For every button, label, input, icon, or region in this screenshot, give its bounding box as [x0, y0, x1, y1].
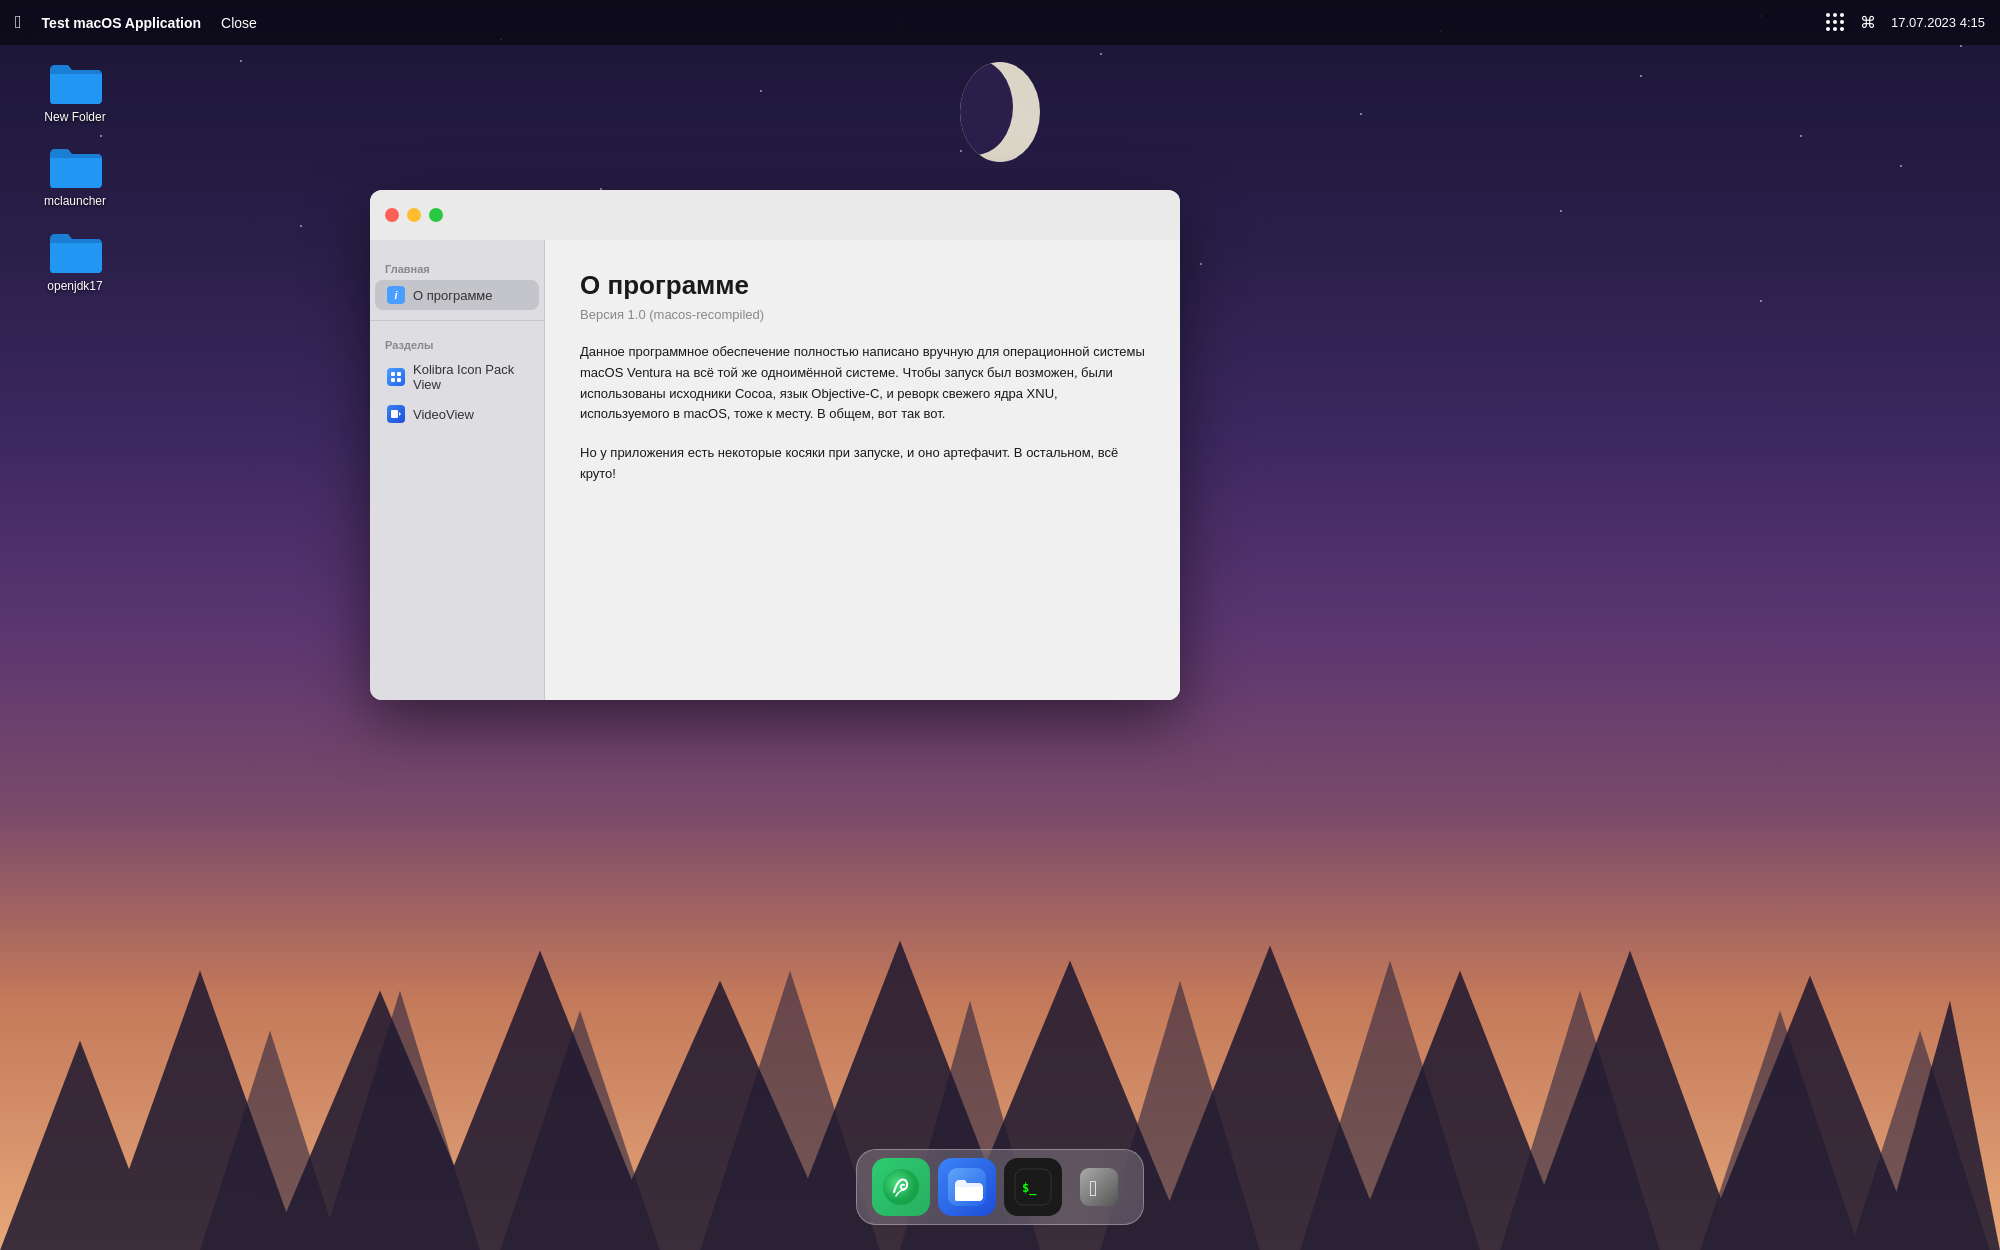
- svg-point-0: [960, 62, 1040, 162]
- svg-marker-15: [270, 990, 490, 1250]
- content-subtitle: Версия 1.0 (macos-recompiled): [580, 307, 1145, 322]
- svg-marker-17: [600, 980, 840, 1250]
- svg-marker-21: [1350, 970, 1570, 1250]
- desktop-icon-label-new-folder: New Folder: [44, 110, 105, 124]
- desktop-icon-label-mclauncher: mclauncher: [44, 194, 106, 208]
- dock: $_ : [856, 1149, 1144, 1225]
- window-body: Главная i О программе Разделы: [370, 240, 1180, 700]
- svg-rect-29: [391, 410, 398, 418]
- menubar-app-name: Test macOS Application: [42, 15, 201, 31]
- svg-text:$_: $_: [1022, 1181, 1037, 1196]
- svg-marker-9: [1300, 960, 1480, 1250]
- kolibra-icon: [387, 368, 405, 386]
- window-minimize-button[interactable]: [407, 208, 421, 222]
- desktop:  Test macOS Application Close ⌘ 17.07.2…: [0, 0, 2000, 1250]
- svg-marker-6: [700, 970, 880, 1250]
- sidebar-item-about-label: О программе: [413, 288, 493, 303]
- sidebar-item-kolibra-label: Kolibra Icon Pack View: [413, 362, 527, 392]
- desktop-icon-openjdk17[interactable]: openjdk17: [30, 229, 120, 293]
- folder-icon-mclauncher-svg: [48, 144, 103, 189]
- content-title: О программе: [580, 270, 1145, 301]
- dock-item-terminal[interactable]: $_: [1004, 1158, 1062, 1216]
- svg-point-2: [955, 59, 1013, 155]
- sidebar: Главная i О программе Разделы: [370, 240, 545, 700]
- svg-rect-27: [391, 378, 395, 382]
- menubar:  Test macOS Application Close ⌘ 17.07.2…: [0, 0, 2000, 45]
- svg-marker-4: [320, 990, 480, 1250]
- sidebar-main-section-label: Главная: [370, 255, 544, 279]
- menubar-datetime: 17.07.2023 4:15: [1891, 15, 1985, 30]
- svg-rect-25: [391, 372, 395, 376]
- content-paragraph-1: Данное программное обеспечение полностью…: [580, 342, 1145, 425]
- sidebar-item-about[interactable]: i О программе: [375, 280, 539, 310]
- svg-rect-36: [1080, 1168, 1118, 1206]
- svg-rect-28: [397, 378, 401, 382]
- command-icon[interactable]: ⌘: [1860, 13, 1876, 32]
- sidebar-item-kolibra[interactable]: Kolibra Icon Pack View: [375, 356, 539, 398]
- desktop-icon-label-openjdk17: openjdk17: [47, 279, 102, 293]
- info-icon: i: [387, 286, 405, 304]
- svg-marker-13: [0, 1040, 160, 1250]
- folder-icon-openjdk-svg: [48, 229, 103, 274]
- window-titlebar: [370, 190, 1180, 240]
- svg-rect-26: [397, 372, 401, 376]
- svg-marker-20: [1150, 945, 1390, 1250]
- window-maximize-button[interactable]: [429, 208, 443, 222]
- svg-marker-23: [1700, 975, 1920, 1250]
- svg-marker-22: [1520, 950, 1740, 1250]
- desktop-icons: New Folder mclauncher openjdk17: [30, 60, 120, 293]
- svg-marker-10: [1500, 990, 1660, 1250]
- svg-marker-14: [100, 970, 300, 1250]
- svg-marker-16: [420, 950, 660, 1250]
- grid-icon[interactable]: [1826, 13, 1845, 32]
- video-icon: [387, 405, 405, 423]
- svg-marker-12: [1850, 1030, 1990, 1250]
- apple-menu-icon[interactable]: : [15, 12, 22, 33]
- svg-text:: : [1089, 1176, 1097, 1201]
- content-paragraph-2: Но у приложения есть некоторые косяки пр…: [580, 443, 1145, 485]
- menubar-left:  Test macOS Application Close: [15, 12, 257, 33]
- menubar-right: ⌘ 17.07.2023 4:15: [1826, 13, 1985, 32]
- dock-item-apple[interactable]: : [1070, 1158, 1128, 1216]
- svg-marker-11: [1700, 1010, 1860, 1250]
- svg-marker-30: [399, 412, 401, 416]
- sidebar-sections-label: Разделы: [370, 331, 544, 355]
- svg-point-1: [960, 62, 1040, 162]
- main-content: О программе Версия 1.0 (macos-recompiled…: [545, 240, 1180, 700]
- dock-item-fenix[interactable]: [872, 1158, 930, 1216]
- sidebar-divider: [370, 320, 544, 321]
- svg-marker-24: [1880, 1000, 2000, 1250]
- svg-marker-3: [200, 1030, 340, 1250]
- menubar-close[interactable]: Close: [221, 15, 257, 31]
- app-window: Главная i О программе Разделы: [370, 190, 1180, 700]
- dock-item-finder[interactable]: [938, 1158, 996, 1216]
- folder-icon-svg: [48, 60, 103, 105]
- sidebar-item-videoview[interactable]: VideoView: [375, 399, 539, 429]
- traffic-lights: [385, 208, 443, 222]
- moon-decoration: [955, 55, 1045, 170]
- sidebar-item-videoview-label: VideoView: [413, 407, 474, 422]
- desktop-icon-mclauncher[interactable]: mclauncher: [30, 144, 120, 208]
- window-close-button[interactable]: [385, 208, 399, 222]
- svg-marker-5: [500, 1010, 660, 1250]
- desktop-icon-new-folder[interactable]: New Folder: [30, 60, 120, 124]
